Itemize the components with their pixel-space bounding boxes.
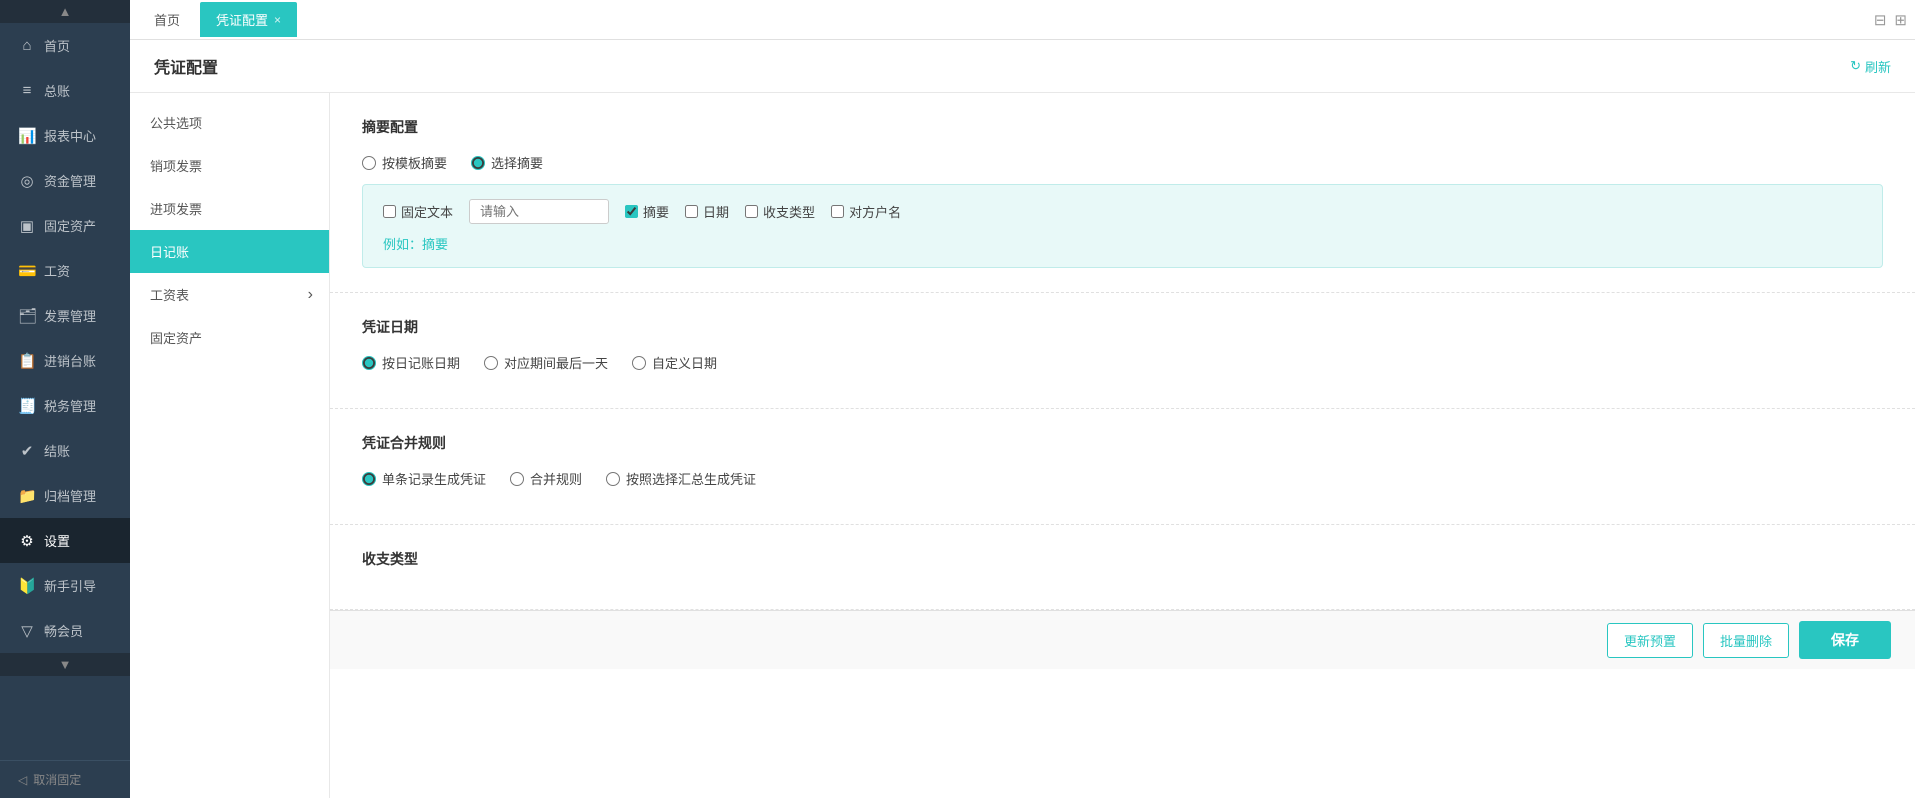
merge-section: 凭证合并规则 单条记录生成凭证 合并规则 按照选择汇总生成凭证 [330, 409, 1915, 525]
summary-section: 摘要配置 按模板摘要 选择摘要 [330, 93, 1915, 293]
summary-title: 摘要配置 [362, 117, 1883, 137]
checkbox-fixed-text[interactable]: 固定文本 [383, 202, 453, 221]
sidebar-item-tax[interactable]: 🧾 税务管理 [0, 383, 130, 428]
merge-title: 凭证合并规则 [362, 433, 1883, 453]
page-header: 凭证配置 ↻ 刷新 [130, 40, 1915, 93]
sidebar-item-settings[interactable]: ⚙ 设置 [0, 518, 130, 563]
summary-checkboxes-row: 固定文本 摘要 日期 [383, 199, 1862, 224]
sidebar-item-member[interactable]: ▽ 畅会员 [0, 608, 130, 653]
tab-close-icon[interactable]: × [274, 14, 281, 26]
content-wrapper: 凭证配置 ↻ 刷新 公共选项 销项发票 进项发票 日记账 [130, 40, 1915, 798]
sidebar-item-settle[interactable]: ✔ 结账 [0, 428, 130, 473]
tax-icon: 🧾 [18, 397, 36, 415]
settings-icon: ⚙ [18, 532, 36, 550]
sidebar-item-assets[interactable]: ▣ 固定资产 [0, 203, 130, 248]
tab-bar: 首页 凭证配置 × ⊟ ⊞ [130, 0, 1915, 40]
window-restore-icon[interactable]: ⊞ [1894, 11, 1907, 29]
sidebar-scroll-down[interactable]: ▼ [0, 653, 130, 676]
nav-fixed-assets[interactable]: 固定资产 [130, 316, 329, 359]
sidebar-item-ledger[interactable]: ≡ 总账 [0, 68, 130, 113]
main-area: 首页 凭证配置 × ⊟ ⊞ 凭证配置 ↻ 刷新 公共选项 [130, 0, 1915, 798]
checkbox-counterpart[interactable]: 对方户名 [831, 202, 901, 221]
archive-icon: 📁 [18, 487, 36, 505]
income-section: 收支类型 [330, 525, 1915, 610]
sidebar-item-purchase[interactable]: 📋 进销台账 [0, 338, 130, 383]
sidebar-item-report[interactable]: 📊 报表中心 [0, 113, 130, 158]
radio-merge-rule[interactable]: 合并规则 [510, 469, 582, 488]
save-button[interactable]: 保存 [1799, 621, 1891, 659]
sidebar: ▲ ⌂ 首页 ≡ 总账 📊 报表中心 ◎ 资金管理 ▣ 固定资产 💳 工资 🗂 … [0, 0, 130, 798]
sidebar-item-guide[interactable]: 🔰 新手引导 [0, 563, 130, 608]
date-options-group: 按日记账日期 对应期间最后一天 自定义日期 [362, 353, 1883, 372]
checkbox-abstract[interactable]: 摘要 [625, 202, 669, 221]
fixed-text-input[interactable] [469, 199, 609, 224]
left-nav: 公共选项 销项发票 进项发票 日记账 工资表 固定资产 [130, 93, 330, 798]
invoice-icon: 🗂 [18, 307, 36, 325]
sidebar-item-invoice[interactable]: 🗂 发票管理 [0, 293, 130, 338]
assets-icon: ▣ [18, 217, 36, 235]
sidebar-scroll-up[interactable]: ▲ [0, 0, 130, 23]
bottom-action-bar: 更新预置 批量删除 保存 [330, 610, 1915, 669]
tab-actions: ⊟ ⊞ [1874, 11, 1907, 29]
content-main: 公共选项 销项发票 进项发票 日记账 工资表 固定资产 [130, 93, 1915, 798]
date-title: 凭证日期 [362, 317, 1883, 337]
sidebar-item-funds[interactable]: ◎ 资金管理 [0, 158, 130, 203]
sidebar-item-home[interactable]: ⌂ 首页 [0, 23, 130, 68]
right-content: 摘要配置 按模板摘要 选择摘要 [330, 93, 1915, 798]
checkbox-date[interactable]: 日期 [685, 202, 729, 221]
member-icon: ▽ [18, 622, 36, 640]
radio-select-merge[interactable]: 按照选择汇总生成凭证 [606, 469, 756, 488]
guide-icon: 🔰 [18, 577, 36, 595]
summary-options-box: 固定文本 摘要 日期 [362, 184, 1883, 268]
radio-period-last[interactable]: 对应期间最后一天 [484, 353, 608, 372]
salary-icon: 💳 [18, 262, 36, 280]
radio-custom-date[interactable]: 自定义日期 [632, 353, 717, 372]
income-title: 收支类型 [362, 549, 1883, 569]
radio-template-summary[interactable]: 按模板摘要 [362, 153, 447, 172]
settle-icon: ✔ [18, 442, 36, 460]
nav-journal[interactable]: 日记账 [130, 230, 329, 273]
unpin-button[interactable]: ◁ 取消固定 [0, 760, 130, 798]
radio-select-summary[interactable]: 选择摘要 [471, 153, 543, 172]
tab-voucher-config[interactable]: 凭证配置 × [200, 2, 297, 37]
radio-journal-date[interactable]: 按日记账日期 [362, 353, 460, 372]
nav-salary-table[interactable]: 工资表 [130, 273, 329, 316]
window-minimize-icon[interactable]: ⊟ [1874, 11, 1887, 29]
merge-options-group: 单条记录生成凭证 合并规则 按照选择汇总生成凭证 [362, 469, 1883, 488]
nav-public[interactable]: 公共选项 [130, 101, 329, 144]
report-icon: 📊 [18, 127, 36, 145]
nav-purchase-invoice[interactable]: 进项发票 [130, 187, 329, 230]
ledger-icon: ≡ [18, 82, 36, 99]
sidebar-item-salary[interactable]: 💳 工资 [0, 248, 130, 293]
summary-preview: 例如：摘要 [383, 234, 1862, 253]
summary-mode-group: 按模板摘要 选择摘要 [362, 153, 1883, 172]
purchase-icon: 📋 [18, 352, 36, 370]
home-icon: ⌂ [18, 37, 36, 54]
pin-icon: ◁ [18, 773, 27, 787]
nav-sales-invoice[interactable]: 销项发票 [130, 144, 329, 187]
update-preview-button[interactable]: 更新预置 [1607, 623, 1693, 658]
funds-icon: ◎ [18, 172, 36, 190]
refresh-icon: ↻ [1850, 58, 1861, 74]
tab-home[interactable]: 首页 [138, 2, 196, 37]
page-title: 凭证配置 [154, 54, 218, 78]
sidebar-item-archive[interactable]: 📁 归档管理 [0, 473, 130, 518]
refresh-button[interactable]: ↻ 刷新 [1850, 57, 1891, 76]
radio-single-record[interactable]: 单条记录生成凭证 [362, 469, 486, 488]
checkbox-pay-type[interactable]: 收支类型 [745, 202, 815, 221]
date-section: 凭证日期 按日记账日期 对应期间最后一天 自定义日期 [330, 293, 1915, 409]
batch-delete-button[interactable]: 批量删除 [1703, 623, 1789, 658]
